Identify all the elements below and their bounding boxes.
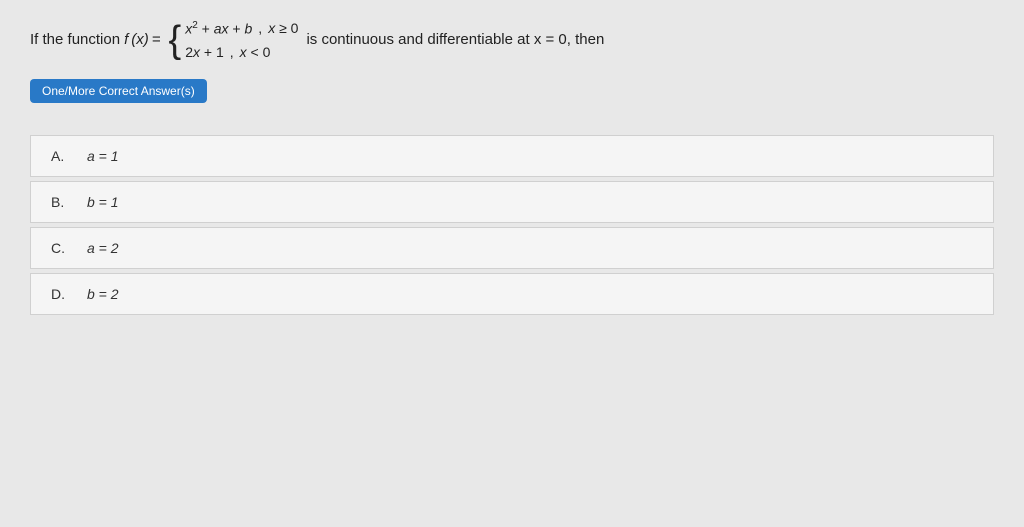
- answer-type-badge[interactable]: One/More Correct Answer(s): [30, 79, 207, 103]
- options-container: A. a = 1 B. b = 1 C. a = 2 D. b = 2: [30, 135, 994, 319]
- piecewise-rows: x2 + ax + b , x ≥ 0 2x + 1 , x < 0: [185, 18, 298, 63]
- question-text: If the function f (x) = { x2 + ax + b , …: [30, 18, 994, 63]
- case1-condition: x ≥ 0: [268, 18, 298, 39]
- option-c-label: C.: [51, 240, 71, 256]
- question-area: If the function f (x) = { x2 + ax + b , …: [30, 18, 994, 121]
- piecewise-function: { x2 + ax + b , x ≥ 0 2x + 1 , x < 0: [169, 18, 299, 63]
- option-a[interactable]: A. a = 1: [30, 135, 994, 177]
- option-a-label: A.: [51, 148, 71, 164]
- function-name: f (x) =: [124, 29, 160, 52]
- option-d[interactable]: D. b = 2: [30, 273, 994, 315]
- option-d-label: D.: [51, 286, 71, 302]
- case2-comma: ,: [230, 42, 234, 63]
- option-c[interactable]: C. a = 2: [30, 227, 994, 269]
- left-brace: {: [169, 21, 182, 59]
- case1-comma: ,: [258, 18, 262, 39]
- option-b[interactable]: B. b = 1: [30, 181, 994, 223]
- question-suffix: is continuous and differentiable at x = …: [306, 29, 604, 52]
- page-container: If the function f (x) = { x2 + ax + b , …: [0, 0, 1024, 527]
- case1-expression: x2 + ax + b: [185, 18, 252, 40]
- case2-expression: 2x + 1: [185, 42, 224, 63]
- option-b-label: B.: [51, 194, 71, 210]
- piecewise-row-2: 2x + 1 , x < 0: [185, 42, 298, 63]
- option-a-value: a = 1: [87, 148, 119, 164]
- case2-condition: x < 0: [240, 42, 271, 63]
- option-d-value: b = 2: [87, 286, 119, 302]
- option-c-value: a = 2: [87, 240, 119, 256]
- piecewise-row-1: x2 + ax + b , x ≥ 0: [185, 18, 298, 40]
- option-b-value: b = 1: [87, 194, 119, 210]
- question-prefix: If the function: [30, 29, 120, 52]
